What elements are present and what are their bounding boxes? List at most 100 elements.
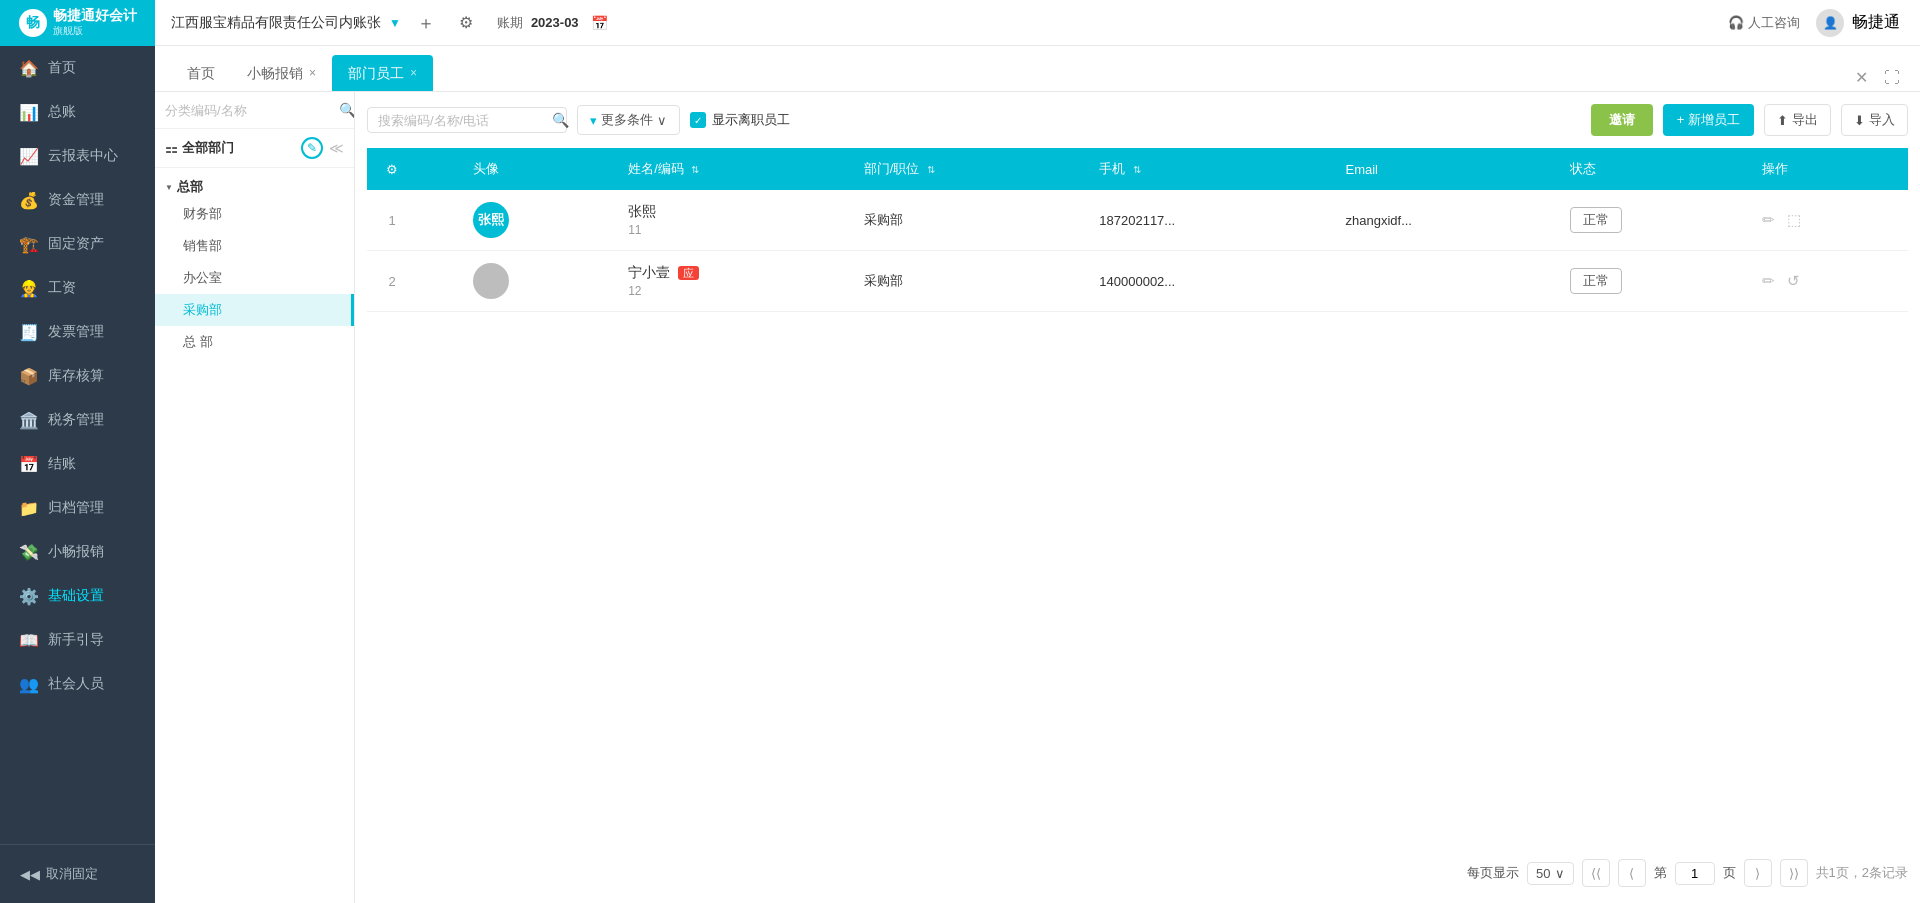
dept-item-purchase[interactable]: 采购部 (155, 294, 354, 326)
period-value: 2023-03 (531, 15, 579, 30)
dept-item-office[interactable]: 办公室 (155, 262, 354, 294)
archive-icon: 📁 (20, 499, 38, 517)
guide-icon: 📖 (20, 631, 38, 649)
table-row: 1 张熙 张熙 11 (367, 190, 1908, 251)
table-row: 2 宁小壹 应 12 (367, 251, 1908, 312)
tab-dept-close[interactable]: × (410, 55, 417, 91)
tab-dept-employee[interactable]: 部门员工 × (332, 55, 433, 91)
sidebar-item-staff[interactable]: 👥 社会人员 (0, 662, 155, 706)
app-edition: 旗舰版 (53, 24, 137, 38)
edit-icon-2[interactable]: ✏ (1762, 272, 1775, 290)
sidebar-item-assets[interactable]: 🏗️ 固定资产 (0, 222, 155, 266)
service-button[interactable]: 🎧 人工咨询 (1728, 14, 1800, 32)
row-2-actions: ✏ ↺ (1746, 251, 1908, 312)
sidebar-item-guide[interactable]: 📖 新手引导 (0, 618, 155, 662)
sidebar-item-close[interactable]: 📅 结账 (0, 442, 155, 486)
dept-collapse-icon[interactable]: ≪ (329, 140, 344, 156)
calendar-icon[interactable]: 📅 (591, 15, 608, 31)
sidebar-item-reports[interactable]: 📈 云报表中心 (0, 134, 155, 178)
page-content: 🔍 ⚏ 全部部门 ✎ ≪ ▼ 总部 财务部 销售部 (155, 92, 1920, 903)
page-first-button[interactable]: ⟨⟨ (1582, 859, 1610, 887)
dept-item-sales[interactable]: 销售部 (155, 230, 354, 262)
sidebar-item-tax[interactable]: 🏛️ 税务管理 (0, 398, 155, 442)
period-label: 账期 (497, 14, 523, 32)
main-layout: 🏠 首页 📊 总账 📈 云报表中心 💰 资金管理 🏗️ 固定资产 👷 工资 🧾 … (0, 46, 1920, 903)
tab-dept-label: 部门员工 (348, 55, 404, 91)
settings-icon[interactable]: ⚙ (451, 13, 481, 32)
page-size-value: 50 (1536, 866, 1550, 881)
sidebar-item-inventory[interactable]: 📦 库存核算 (0, 354, 155, 398)
row-index-2: 2 (367, 251, 417, 312)
logout-icon-1[interactable]: ⬚ (1787, 211, 1801, 229)
grid-icon: ⚏ (165, 140, 178, 156)
tax-icon: 🏛️ (20, 411, 38, 429)
dept-header: ⚏ 全部部门 ✎ ≪ (155, 129, 354, 168)
search-input[interactable] (378, 113, 546, 128)
row-index-1: 1 (367, 190, 417, 251)
import-label: 导入 (1869, 111, 1895, 129)
all-dept-label[interactable]: ⚏ 全部部门 (165, 139, 295, 157)
add-employee-button[interactable]: + 新增员工 (1663, 104, 1754, 136)
page-label: 第 (1654, 864, 1667, 882)
dept-item-hq[interactable]: 总 部 (155, 326, 354, 358)
show-resigned-label: 显示离职员工 (712, 111, 790, 129)
tab-actions: ✕ ⛶ (1851, 64, 1904, 91)
dept-search-input[interactable] (165, 103, 333, 118)
sidebar-item-funds[interactable]: 💰 资金管理 (0, 178, 155, 222)
ledger-icon: 📊 (20, 103, 38, 121)
filter-chevron-icon: ∨ (657, 113, 667, 128)
sidebar-label-close: 结账 (48, 455, 76, 473)
row-1-empty (417, 190, 457, 251)
page-prev-button[interactable]: ⟨ (1618, 859, 1646, 887)
expand-icon[interactable]: ▼ (165, 183, 173, 192)
tab-expense-close[interactable]: × (309, 55, 316, 91)
assets-icon: 🏗️ (20, 235, 38, 253)
invoice-icon: 🧾 (20, 323, 38, 341)
page-size-select[interactable]: 50 ∨ (1527, 862, 1573, 885)
expense-icon: 💸 (20, 543, 38, 561)
sidebar-item-archive[interactable]: 📁 归档管理 (0, 486, 155, 530)
delete-icon-2[interactable]: ↺ (1787, 272, 1800, 290)
export-button[interactable]: ⬆ 导出 (1764, 104, 1831, 136)
show-resigned-checkbox[interactable]: ✓ (690, 112, 706, 128)
tab-expand-icon[interactable]: ⛶ (1880, 65, 1904, 91)
page-input[interactable] (1675, 862, 1715, 885)
sidebar-item-invoice[interactable]: 🧾 发票管理 (0, 310, 155, 354)
invite-button[interactable]: 邀请 (1591, 104, 1653, 136)
tab-expense[interactable]: 小畅报销 × (231, 55, 332, 91)
toolbar-right: 邀请 + 新增员工 ⬆ 导出 ⬇ 导入 (1591, 104, 1908, 136)
sidebar-item-home[interactable]: 🏠 首页 (0, 46, 155, 90)
dept-search-icon[interactable]: 🔍 (339, 102, 355, 118)
row-2-email (1330, 251, 1555, 312)
sidebar-item-expense[interactable]: 💸 小畅报销 (0, 530, 155, 574)
page-last-button[interactable]: ⟩⟩ (1780, 859, 1808, 887)
badge-ying: 应 (678, 266, 699, 280)
sidebar-item-settings[interactable]: ⚙️ 基础设置 (0, 574, 155, 618)
tab-home[interactable]: 首页 (171, 55, 231, 91)
sidebar-label-assets: 固定资产 (48, 235, 104, 253)
page-next-button[interactable]: ⟩ (1744, 859, 1772, 887)
user-info: 👤 畅捷通 (1816, 9, 1900, 37)
sidebar-label-funds: 资金管理 (48, 191, 104, 209)
sidebar-item-ledger[interactable]: 📊 总账 (0, 90, 155, 134)
sidebar-label-staff: 社会人员 (48, 675, 104, 693)
dept-item-finance[interactable]: 财务部 (155, 198, 354, 230)
sidebar-item-salary[interactable]: 👷 工资 (0, 266, 155, 310)
edit-icon-1[interactable]: ✏ (1762, 211, 1775, 229)
search-icon[interactable]: 🔍 (552, 112, 569, 128)
company-dropdown-icon[interactable]: ▼ (389, 16, 401, 30)
top-bar: 畅 畅捷通好会计 旗舰版 江西服宝精品有限责任公司内账张 ▼ ＋ ⚙ 账期 20… (0, 0, 1920, 46)
dept-edit-button[interactable]: ✎ (301, 137, 323, 159)
add-company-button[interactable]: ＋ (409, 11, 443, 35)
tab-close-all-icon[interactable]: ✕ (1851, 64, 1872, 91)
avatar: 👤 (1816, 9, 1844, 37)
company-info: 江西服宝精品有限责任公司内账张 ▼ ＋ ⚙ 账期 2023-03 📅 (155, 11, 624, 35)
dept-tree: ▼ 总部 财务部 销售部 办公室 采购部 总 部 (155, 168, 354, 903)
settings-nav-icon: ⚙️ (20, 587, 38, 605)
import-button[interactable]: ⬇ 导入 (1841, 104, 1908, 136)
filter-button[interactable]: ▾ 更多条件 ∨ (577, 105, 680, 135)
unpin-button[interactable]: ◀◀ 取消固定 (0, 855, 155, 893)
col-phone: 手机 ⇅ (1083, 148, 1329, 190)
total-count: 共1页，2条记录 (1816, 864, 1908, 882)
page-size-arrow: ∨ (1555, 866, 1565, 881)
